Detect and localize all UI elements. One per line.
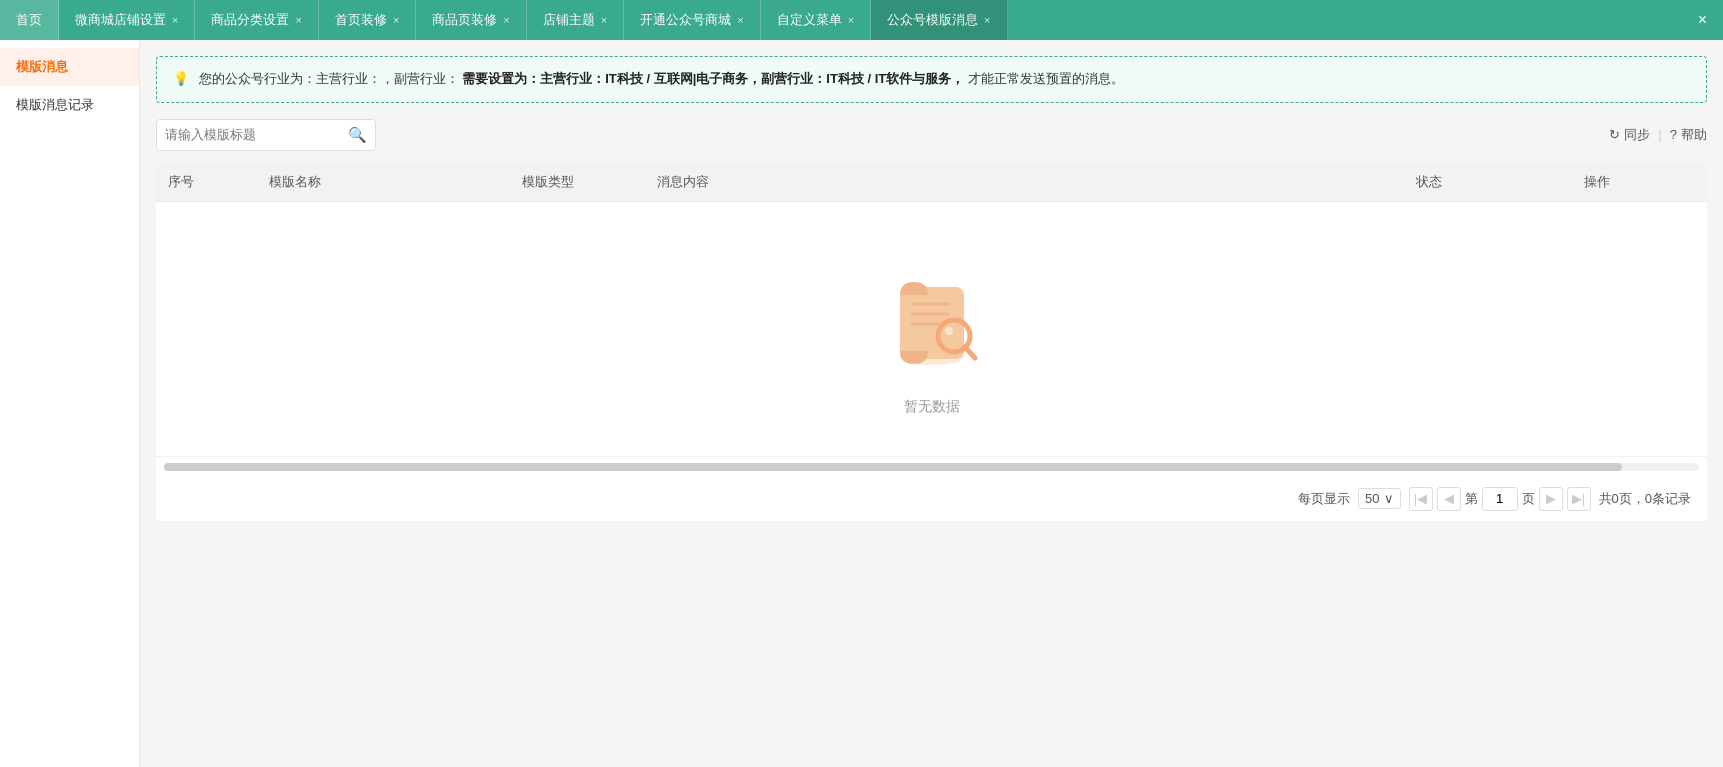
- search-button[interactable]: 🔍: [348, 126, 367, 144]
- main-layout: 模版消息模版消息记录 💡 您的公众号行业为：主营行业：，副营行业： 需要设置为：…: [0, 40, 1723, 767]
- notice-highlight: 需要设置为：主营行业：IT科技 / 互联网|电子商务，副营行业：IT科技 / I…: [462, 71, 964, 86]
- total-info: 共0页，0条记录: [1599, 490, 1691, 508]
- sidebar: 模版消息模版消息记录: [0, 40, 140, 767]
- tab-close-icon[interactable]: ×: [393, 14, 399, 26]
- tab-label: 公众号模版消息: [887, 11, 978, 29]
- tab-close-icon[interactable]: ×: [984, 14, 990, 26]
- help-label: 帮助: [1681, 126, 1707, 144]
- col-index: 序号: [156, 163, 257, 202]
- prev-page-button[interactable]: ◀: [1437, 487, 1461, 511]
- page-size-label: 每页显示: [1298, 490, 1350, 508]
- notice-suffix: 才能正常发送预置的消息。: [968, 71, 1124, 86]
- tab-label: 商品分类设置: [211, 11, 289, 29]
- scrollbar-thumb[interactable]: [164, 463, 1622, 471]
- tab-product-category[interactable]: 商品分类设置 ×: [195, 0, 318, 40]
- tab-store-settings[interactable]: 微商城店铺设置 ×: [59, 0, 195, 40]
- search-input-wrap: 🔍: [156, 119, 376, 151]
- right-actions: ↻ 同步 | ? 帮助: [1609, 126, 1707, 144]
- empty-text: 暂无数据: [156, 398, 1707, 416]
- tab-label: 微商城店铺设置: [75, 11, 166, 29]
- table-body: 暂无数据: [156, 201, 1707, 456]
- empty-state: 暂无数据: [156, 202, 1707, 456]
- scrollbar-track[interactable]: [164, 463, 1699, 471]
- tab-close-icon[interactable]: ×: [601, 14, 607, 26]
- scrollbar-container: [156, 456, 1707, 477]
- tab-close-icon[interactable]: ×: [503, 14, 509, 26]
- empty-icon: [872, 262, 992, 382]
- pagination: 每页显示 50 ∨ |◀ ◀ 第 页 ▶ ▶| 共0页，0条记录: [156, 477, 1707, 521]
- tab-label: 首页装修: [335, 11, 387, 29]
- tab-custom-menu[interactable]: 自定义菜单 ×: [761, 0, 871, 40]
- data-table: 序号模版名称模版类型消息内容状态操作: [156, 163, 1707, 456]
- tab-close-icon[interactable]: ×: [848, 14, 854, 26]
- tab-label: 自定义菜单: [777, 11, 842, 29]
- notice-prefix: 您的公众号行业为：主营行业：，副营行业：: [199, 71, 459, 86]
- tab-label: 开通公众号商城: [640, 11, 731, 29]
- col-type: 模版类型: [510, 163, 645, 202]
- next-page-button[interactable]: ▶: [1539, 487, 1563, 511]
- divider: |: [1658, 127, 1661, 142]
- empty-row: 暂无数据: [156, 201, 1707, 456]
- col-action: 操作: [1572, 163, 1707, 202]
- page-size-value: 50: [1365, 491, 1379, 506]
- tab-close-icon[interactable]: ×: [737, 14, 743, 26]
- search-input[interactable]: [165, 127, 348, 142]
- tab-open-mall[interactable]: 开通公众号商城 ×: [624, 0, 760, 40]
- page-number-input[interactable]: [1482, 487, 1518, 511]
- notice-icon: 💡: [173, 71, 189, 86]
- help-icon: ?: [1670, 127, 1677, 142]
- page-size-select[interactable]: 50 ∨: [1358, 488, 1400, 509]
- tab-template-msg[interactable]: 公众号模版消息 ×: [871, 0, 1007, 40]
- col-status: 状态: [1404, 163, 1573, 202]
- col-content: 消息内容: [645, 163, 1404, 202]
- sidebar-item-template-record[interactable]: 模版消息记录: [0, 86, 139, 124]
- page-nav: |◀ ◀ 第 页 ▶ ▶|: [1409, 487, 1591, 511]
- page-size-chevron: ∨: [1384, 491, 1394, 506]
- notice-banner: 💡 您的公众号行业为：主营行业：，副营行业： 需要设置为：主营行业：IT科技 /…: [156, 56, 1707, 103]
- sync-button[interactable]: ↻ 同步: [1609, 126, 1650, 144]
- content-area: 💡 您的公众号行业为：主营行业：，副营行业： 需要设置为：主营行业：IT科技 /…: [140, 40, 1723, 767]
- help-button[interactable]: ? 帮助: [1670, 126, 1707, 144]
- page-unit: 页: [1522, 490, 1535, 508]
- tab-homepage-decor[interactable]: 首页装修 ×: [319, 0, 416, 40]
- table-head: 序号模版名称模版类型消息内容状态操作: [156, 163, 1707, 202]
- sidebar-item-template-msg[interactable]: 模版消息: [0, 48, 139, 86]
- tab-label: 店铺主题: [543, 11, 595, 29]
- table-header-row: 序号模版名称模版类型消息内容状态操作: [156, 163, 1707, 202]
- tab-home[interactable]: 首页: [0, 0, 59, 40]
- last-page-button[interactable]: ▶|: [1567, 487, 1591, 511]
- tab-close-icon[interactable]: ×: [172, 14, 178, 26]
- tab-store-theme[interactable]: 店铺主题 ×: [527, 0, 624, 40]
- svg-line-6: [965, 347, 975, 358]
- table-wrapper: 序号模版名称模版类型消息内容状态操作: [156, 163, 1707, 521]
- tab-label: 商品页装修: [432, 11, 497, 29]
- first-page-button[interactable]: |◀: [1409, 487, 1433, 511]
- global-close-button[interactable]: ×: [1682, 11, 1723, 29]
- page-label: 第: [1465, 490, 1478, 508]
- tab-close-icon[interactable]: ×: [295, 14, 301, 26]
- tab-label: 首页: [16, 11, 42, 29]
- search-bar: 🔍 ↻ 同步 | ? 帮助: [156, 119, 1707, 151]
- sync-label: 同步: [1624, 126, 1650, 144]
- svg-point-7: [945, 327, 953, 335]
- col-name: 模版名称: [257, 163, 510, 202]
- tab-product-decor[interactable]: 商品页装修 ×: [416, 0, 526, 40]
- sync-icon: ↻: [1609, 127, 1620, 142]
- top-nav: 首页微商城店铺设置×商品分类设置×首页装修×商品页装修×店铺主题×开通公众号商城…: [0, 0, 1723, 40]
